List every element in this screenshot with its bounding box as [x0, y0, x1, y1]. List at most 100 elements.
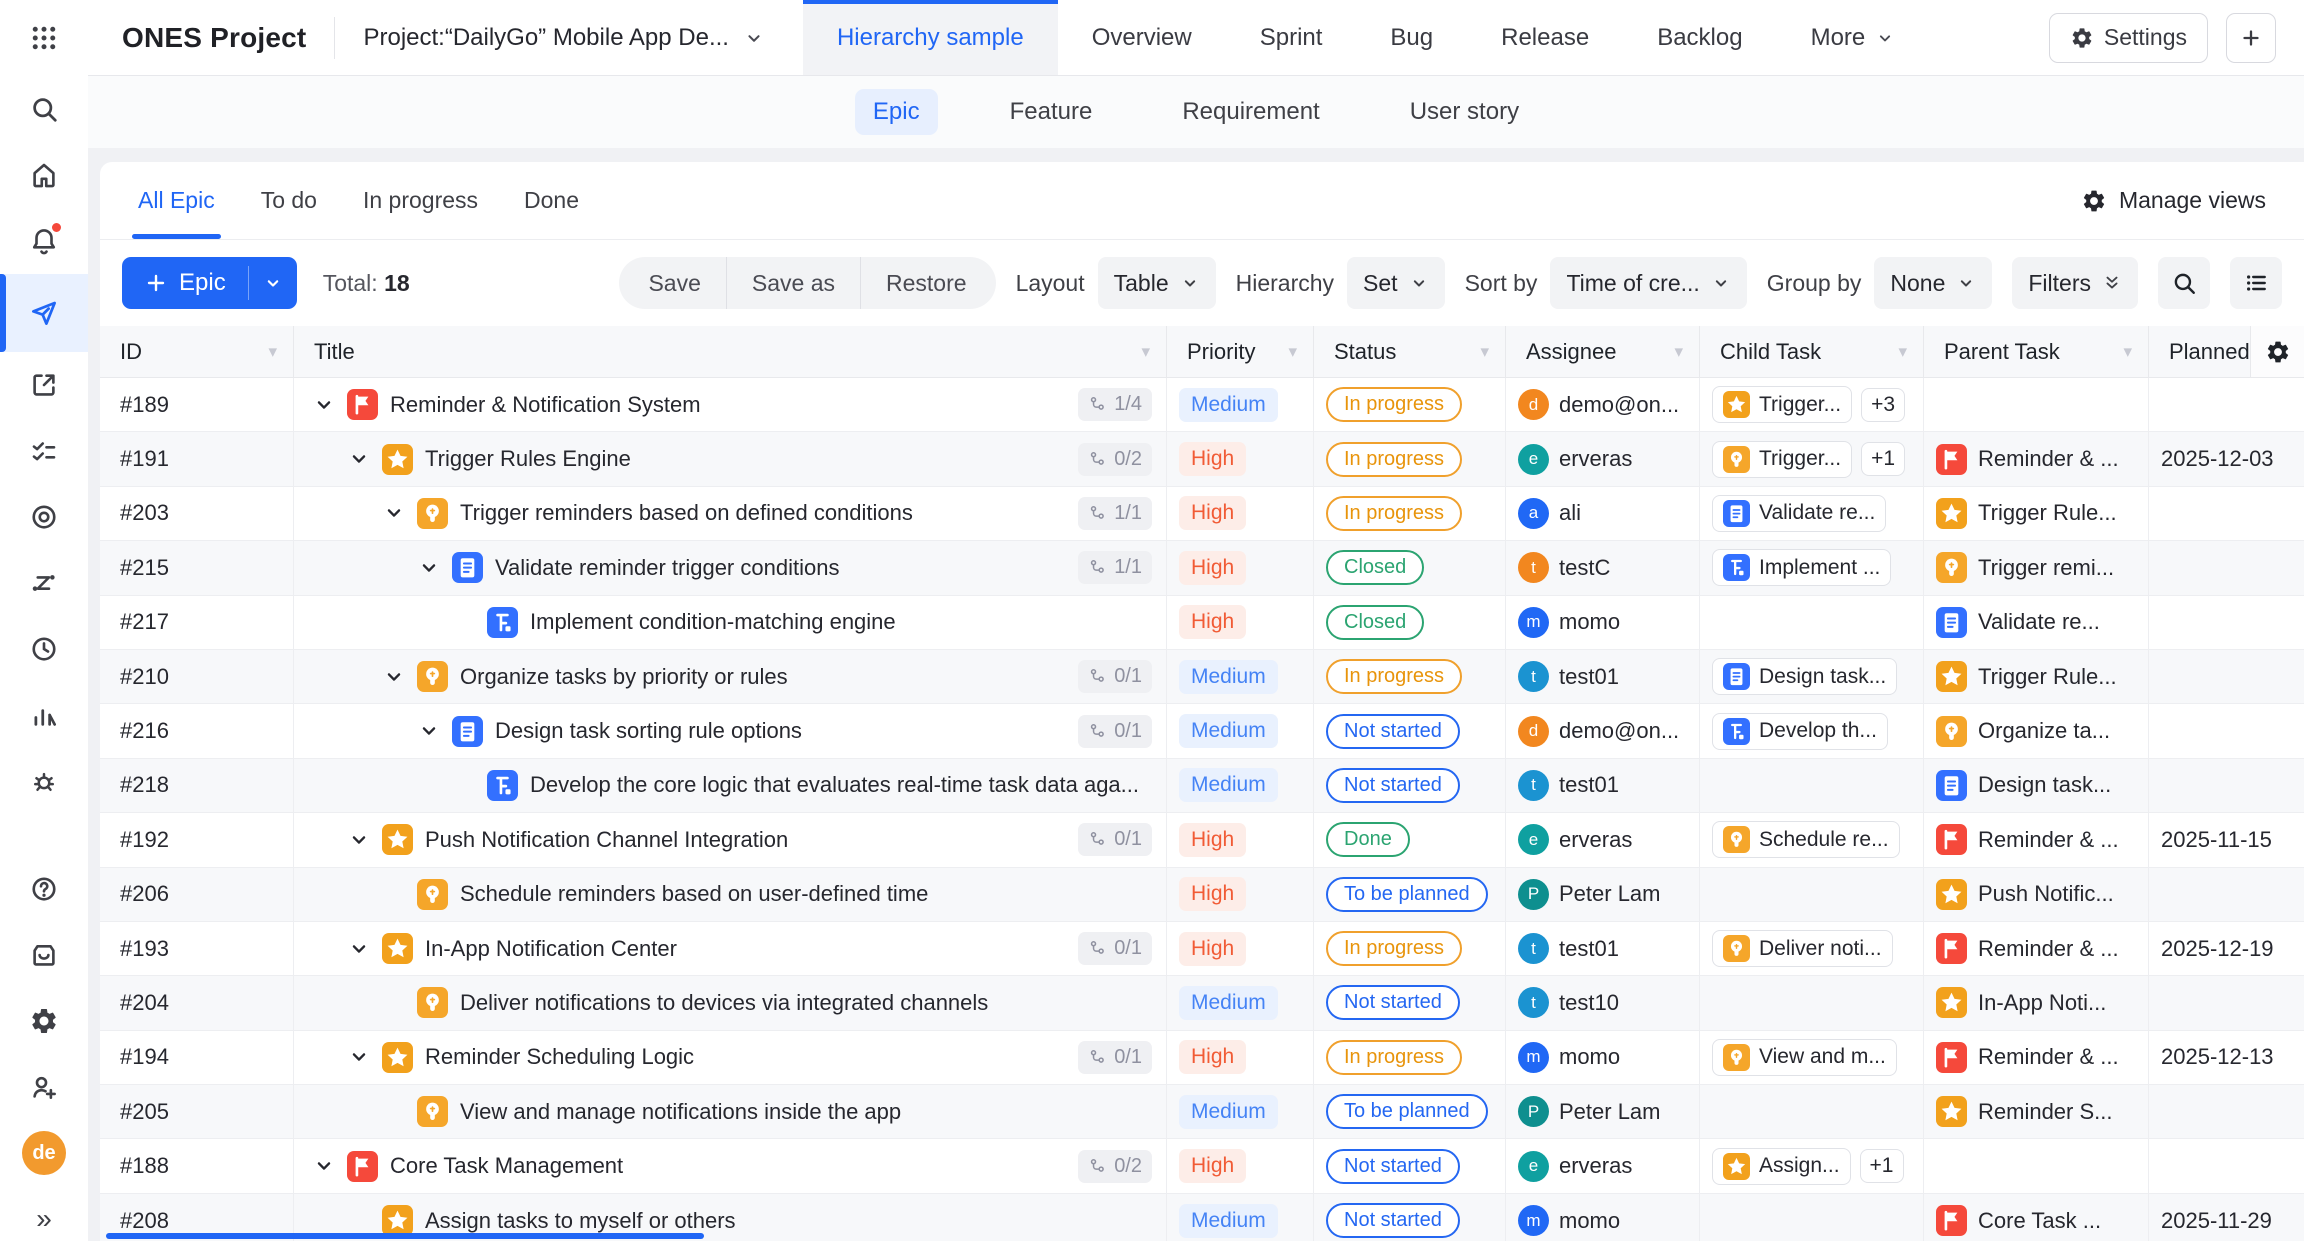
parent-task[interactable]: Reminder & ...	[1936, 443, 2119, 475]
child-task-more[interactable]: +1	[1861, 442, 1906, 477]
column-filter-icon[interactable]: ▾	[2115, 342, 2132, 362]
sidebar-item-settings-gear[interactable]	[0, 988, 88, 1054]
issue-title[interactable]: Deliver notifications to devices via int…	[460, 990, 988, 1016]
status-badge[interactable]: Done	[1326, 822, 1410, 858]
search-button[interactable]	[2158, 257, 2210, 309]
priority-badge[interactable]: High	[1179, 931, 1247, 966]
child-task-more[interactable]: +1	[1859, 1149, 1904, 1184]
issue-title[interactable]: Core Task Management	[390, 1153, 623, 1179]
manage-views-button[interactable]: Manage views	[2081, 187, 2266, 214]
priority-badge[interactable]: High	[1179, 550, 1247, 585]
view-tab-to-do[interactable]: To do	[261, 162, 317, 239]
sidebar-item-avatar[interactable]: de	[0, 1120, 88, 1186]
child-task-chip[interactable]: View and m...	[1712, 1038, 1897, 1076]
status-badge[interactable]: Closed	[1326, 550, 1425, 586]
column-filter-icon[interactable]: ▾	[260, 342, 277, 362]
project-selector[interactable]: Project:“DailyGo” Mobile App De...	[363, 24, 764, 52]
column-filter-icon[interactable]: ▾	[1133, 342, 1150, 362]
column-header-title[interactable]: Title ▾	[294, 326, 1167, 377]
column-filter-icon[interactable]: ▾	[1666, 342, 1683, 362]
expand-chevron[interactable]	[313, 394, 347, 416]
parent-task[interactable]: Reminder & ...	[1936, 1041, 2119, 1073]
priority-badge[interactable]: High	[1179, 877, 1247, 912]
priority-badge[interactable]: Medium	[1179, 768, 1278, 803]
add-tab-button[interactable]	[2226, 12, 2276, 63]
child-task-chip[interactable]: Design task...	[1712, 658, 1898, 696]
table-row[interactable]: #205 View and manage notifications insid…	[100, 1085, 2304, 1140]
status-badge[interactable]: Not started	[1326, 713, 1460, 749]
column-filter-icon[interactable]: ▾	[1890, 342, 1907, 362]
parent-task[interactable]: Trigger Rule...	[1936, 497, 2117, 529]
child-task-chip[interactable]: Implement ...	[1712, 549, 1892, 587]
priority-badge[interactable]: High	[1179, 442, 1247, 477]
column-header-status[interactable]: Status ▾	[1314, 326, 1506, 377]
issue-title[interactable]: Validate reminder trigger conditions	[495, 555, 839, 581]
priority-badge[interactable]: High	[1179, 822, 1247, 857]
parent-task[interactable]: In-App Noti...	[1936, 987, 2106, 1019]
new-epic-button[interactable]: Epic	[122, 257, 297, 309]
issue-title[interactable]: In-App Notification Center	[425, 936, 677, 962]
sidebar-item-target[interactable]	[0, 484, 88, 550]
table-row[interactable]: #188 Core Task Management 0/2 High Not st…	[100, 1139, 2304, 1194]
status-badge[interactable]: In progress	[1326, 931, 1463, 967]
priority-badge[interactable]: Medium	[1179, 659, 1278, 694]
sidebar-item-clock[interactable]	[0, 616, 88, 682]
sidebar-item-project-plane[interactable]	[0, 274, 88, 352]
sidebar-item-collapse[interactable]: »	[0, 1186, 88, 1241]
child-task-chip[interactable]: Deliver noti...	[1712, 930, 1893, 968]
save-as-button[interactable]: Save as	[725, 257, 860, 309]
issue-title[interactable]: View and manage notifications inside the…	[460, 1099, 901, 1125]
status-badge[interactable]: In progress	[1326, 495, 1463, 531]
save-button[interactable]: Save	[623, 257, 725, 309]
issue-type-tab-user-story[interactable]: User story	[1392, 89, 1537, 135]
status-badge[interactable]: To be planned	[1326, 1094, 1488, 1130]
parent-task[interactable]: Core Task ...	[1936, 1205, 2101, 1237]
status-badge[interactable]: Not started	[1326, 767, 1460, 803]
table-row[interactable]: #206 Schedule reminders based on user-de…	[100, 867, 2304, 922]
sidebar-item-automation[interactable]	[0, 748, 88, 814]
sidebar-item-export-file[interactable]	[0, 352, 88, 418]
expand-chevron[interactable]	[383, 666, 417, 688]
table-row[interactable]: #217 Implement condition-matching engine…	[100, 595, 2304, 650]
topnav-tab-overview[interactable]: Overview	[1058, 0, 1226, 75]
issue-title[interactable]: Trigger Rules Engine	[425, 446, 631, 472]
status-badge[interactable]: In progress	[1326, 1039, 1463, 1075]
issue-title[interactable]: Implement condition-matching engine	[530, 609, 896, 635]
table-row[interactable]: #193 In-App Notification Center 0/1 High …	[100, 921, 2304, 977]
column-filter-icon[interactable]: ▾	[1280, 342, 1297, 362]
table-row[interactable]: #218 Develop the core logic that evaluat…	[100, 758, 2304, 814]
table-row[interactable]: #210 Organize tasks by priority or rules…	[100, 649, 2304, 705]
sidebar-item-apps-grid[interactable]	[0, 0, 88, 76]
issue-type-tab-requirement[interactable]: Requirement	[1164, 89, 1337, 135]
child-task-chip[interactable]: Assign...	[1712, 1147, 1851, 1185]
expand-chevron[interactable]	[313, 1155, 347, 1177]
sort-select[interactable]: Time of cre...	[1550, 257, 1747, 309]
table-row[interactable]: #191 Trigger Rules Engine 0/2 High In pro…	[100, 432, 2304, 487]
sidebar-item-home[interactable]	[0, 142, 88, 208]
priority-badge[interactable]: Medium	[1179, 387, 1278, 422]
expand-chevron[interactable]	[383, 502, 417, 524]
column-header-assignee[interactable]: Assignee ▾	[1506, 326, 1700, 377]
child-task-chip[interactable]: Trigger...	[1712, 440, 1853, 478]
table-row[interactable]: #216 Design task sorting rule options 0/1…	[100, 704, 2304, 759]
view-tab-done[interactable]: Done	[524, 162, 579, 239]
parent-task[interactable]: Push Notific...	[1936, 878, 2114, 910]
status-badge[interactable]: In progress	[1326, 387, 1463, 423]
layout-select[interactable]: Table	[1097, 257, 1216, 309]
expand-chevron[interactable]	[348, 829, 382, 851]
priority-badge[interactable]: Medium	[1179, 1094, 1278, 1129]
new-epic-dropdown[interactable]	[249, 257, 297, 309]
sidebar-item-add-member[interactable]	[0, 1054, 88, 1120]
priority-badge[interactable]: Medium	[1179, 1203, 1278, 1238]
issue-title[interactable]: Assign tasks to myself or others	[425, 1208, 736, 1234]
issue-type-tab-epic[interactable]: Epic	[854, 89, 938, 135]
status-badge[interactable]: In progress	[1326, 659, 1463, 695]
sidebar-item-tasks-checklist[interactable]	[0, 418, 88, 484]
status-badge[interactable]: To be planned	[1326, 876, 1488, 912]
priority-badge[interactable]: High	[1179, 496, 1247, 531]
topnav-tab-bug[interactable]: Bug	[1356, 0, 1467, 75]
sidebar-item-search[interactable]	[0, 76, 88, 142]
parent-task[interactable]: Organize ta...	[1936, 715, 2110, 747]
status-badge[interactable]: Not started	[1326, 985, 1460, 1021]
column-header-priority[interactable]: Priority ▾	[1167, 326, 1314, 377]
